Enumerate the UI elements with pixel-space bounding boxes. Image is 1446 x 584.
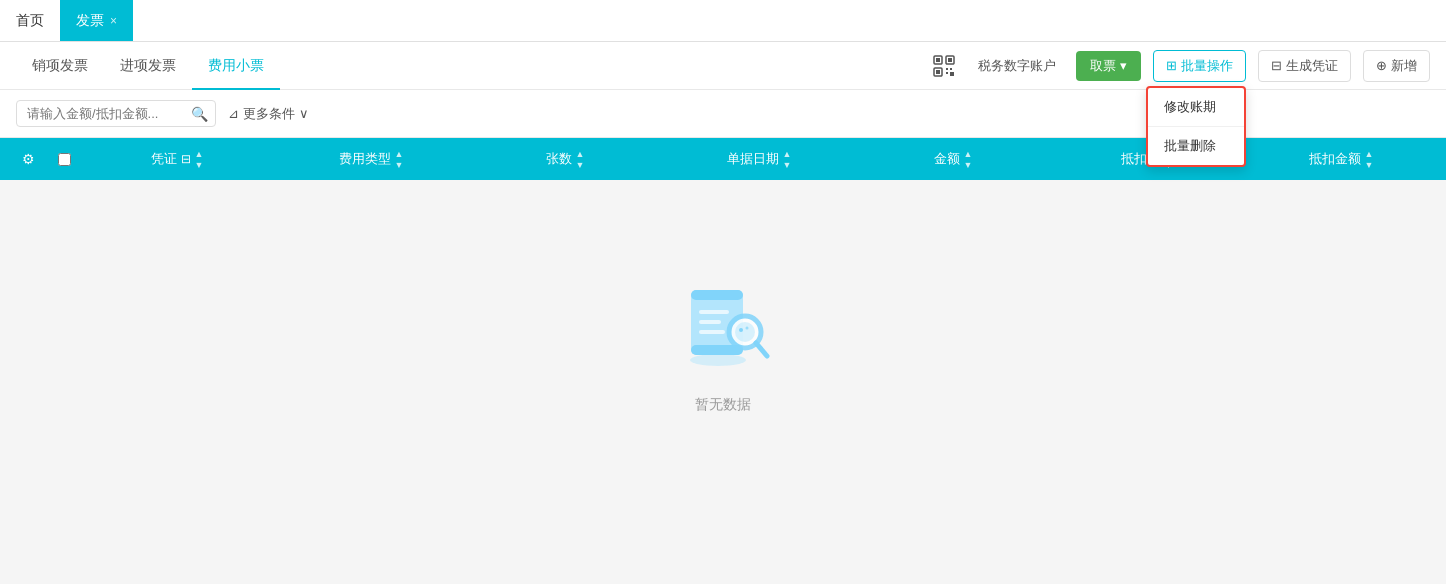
add-icon: ⊕ [1376,58,1387,73]
tab-expense-receipt[interactable]: 费用小票 [192,43,280,90]
th-count: 张数 ▲▼ [468,149,662,170]
svg-point-20 [739,328,743,332]
svg-rect-8 [946,72,948,74]
select-all-checkbox[interactable] [58,153,71,166]
dropdown-item-batch-delete[interactable]: 批量删除 [1148,126,1244,165]
add-label: 新增 [1391,57,1417,75]
sub-tabs-left: 销项发票 进项发票 费用小票 [16,42,280,89]
batch-op-wrap: ⊞ 批量操作 修改账期 批量删除 [1153,50,1246,82]
sub-tabs-right: 税务数字账户 取票 ▾ ⊞ 批量操作 修改账期 批量删除 ⊟ 生成凭证 [930,50,1430,82]
qr-code-icon[interactable] [930,52,958,80]
dropdown-item-modify-period[interactable]: 修改账期 [1148,88,1244,126]
gear-icon: ⚙ [22,151,35,167]
filter-arrow: ∨ [299,106,309,121]
svg-rect-9 [950,72,954,76]
th-deduction-amount: 抵扣金额 ▲▼ [1244,149,1438,170]
search-wrap: 🔍 [16,100,216,127]
svg-point-18 [735,322,755,342]
date-sort[interactable]: ▲▼ [783,149,792,170]
invoice-tab-close[interactable]: × [110,14,117,28]
tab-purchase-invoice[interactable]: 进项发票 [104,43,192,90]
home-nav-item[interactable]: 首页 [0,0,60,41]
search-input[interactable] [16,100,216,127]
th-settings[interactable]: ⚙ [8,151,48,167]
take-ticket-button[interactable]: 取票 ▾ [1076,51,1141,81]
voucher-sort[interactable]: ▲▼ [195,149,204,170]
gen-voucher-icon: ⊟ [1271,58,1282,73]
svg-rect-12 [691,290,743,300]
svg-rect-5 [936,70,940,74]
svg-rect-3 [948,58,952,62]
svg-rect-16 [699,330,725,334]
batch-op-label: 批量操作 [1181,57,1233,75]
count-sort[interactable]: ▲▼ [576,149,585,170]
amount-sort[interactable]: ▲▼ [964,149,973,170]
empty-state: 暂无数据 [0,180,1446,454]
invoice-tab-label: 发票 [76,12,104,30]
svg-rect-7 [950,68,952,70]
search-icon[interactable]: 🔍 [191,106,208,122]
th-expense-type: 费用类型 ▲▼ [274,149,468,170]
batch-operation-button[interactable]: ⊞ 批量操作 [1153,50,1246,82]
th-date: 单据日期 ▲▼ [662,149,856,170]
take-ticket-arrow: ▾ [1120,58,1127,73]
filter-icon: ⊿ [228,106,239,121]
deduction-amount-sort[interactable]: ▲▼ [1365,149,1374,170]
empty-state-text: 暂无数据 [695,396,751,414]
top-nav: 首页 发票 × [0,0,1446,42]
filter-button[interactable]: ⊿ 更多条件 ∨ [228,105,309,123]
tax-account-button[interactable]: 税务数字账户 [970,53,1064,79]
th-amount: 金额 ▲▼ [856,149,1050,170]
batch-op-icon: ⊞ [1166,58,1177,73]
th-voucher: 凭证 ⊟ ▲▼ [80,149,274,170]
svg-point-10 [690,354,746,366]
gen-voucher-label: 生成凭证 [1286,57,1338,75]
batch-op-dropdown: 修改账期 批量删除 [1146,86,1246,167]
svg-rect-15 [699,320,721,324]
empty-state-illustration [663,260,783,380]
th-checkbox[interactable] [48,153,80,166]
svg-line-19 [756,343,767,356]
svg-rect-14 [699,310,729,314]
expense-type-sort[interactable]: ▲▼ [395,149,404,170]
svg-rect-1 [936,58,940,62]
add-button[interactable]: ⊕ 新增 [1363,50,1430,82]
take-ticket-label: 取票 [1090,57,1116,75]
filter-label: 更多条件 [243,105,295,123]
svg-rect-6 [946,68,948,70]
home-label: 首页 [16,12,44,30]
sub-tabs-bar: 销项发票 进项发票 费用小票 税务数字账户 [0,42,1446,90]
invoice-tab[interactable]: 发票 × [60,0,133,41]
gen-voucher-button[interactable]: ⊟ 生成凭证 [1258,50,1351,82]
voucher-filter-icon[interactable]: ⊟ [181,152,191,166]
tab-sales-invoice[interactable]: 销项发票 [16,43,104,90]
svg-point-21 [746,327,749,330]
